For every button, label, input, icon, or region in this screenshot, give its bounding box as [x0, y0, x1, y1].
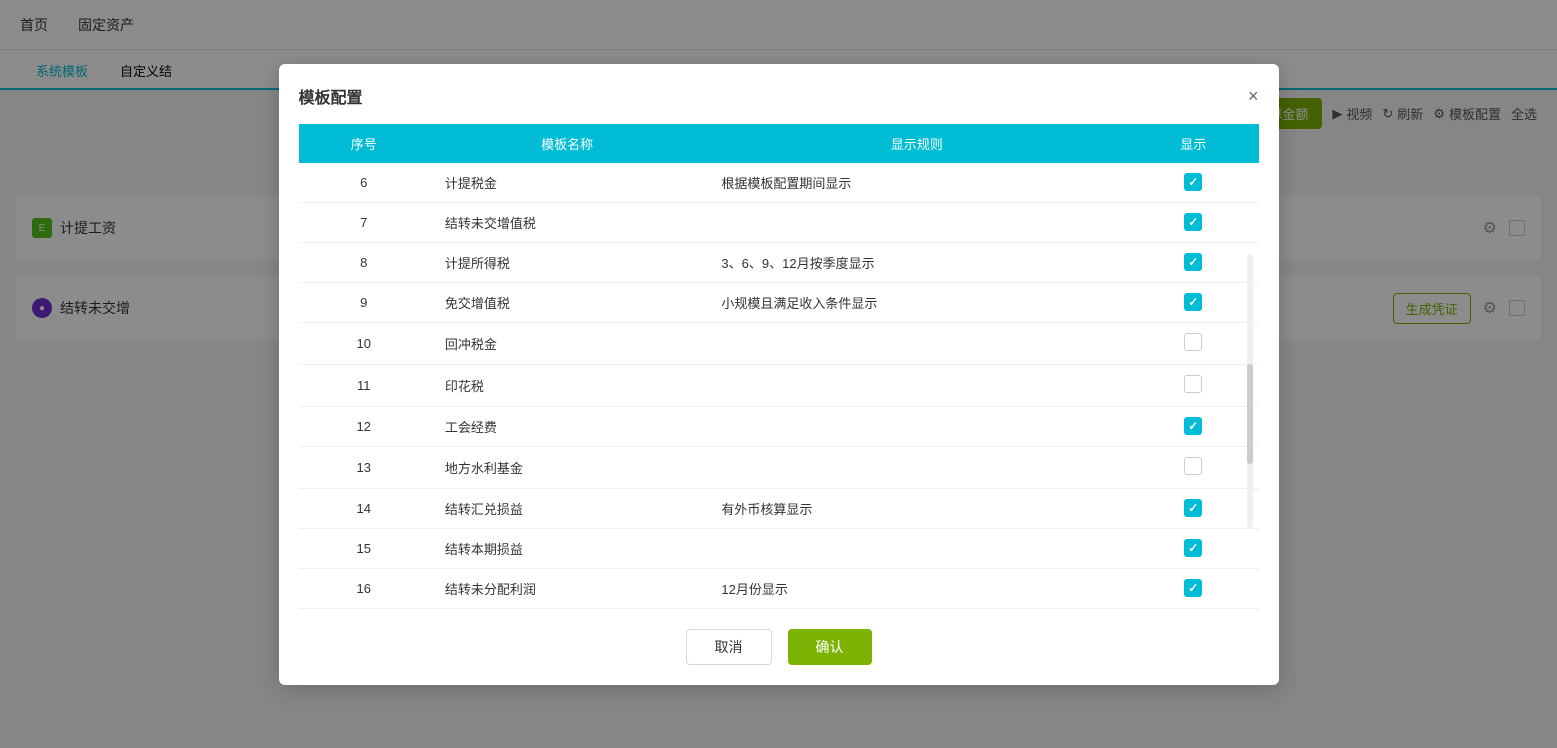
- cell-name: 结转未交增值税: [429, 202, 706, 242]
- scrollbar-thumb[interactable]: [1247, 364, 1253, 464]
- cell-checkbox[interactable]: [1128, 528, 1258, 568]
- checkbox-checked[interactable]: [1184, 417, 1202, 435]
- table-row: 9免交增值税小规模且满足收入条件显示: [299, 282, 1259, 322]
- cell-rule: [705, 446, 1128, 488]
- cell-rule: [705, 202, 1128, 242]
- cell-id: 9: [299, 282, 429, 322]
- cell-id: 14: [299, 488, 429, 528]
- col-display: 显示: [1128, 124, 1258, 163]
- cell-checkbox[interactable]: [1128, 568, 1258, 608]
- cancel-button[interactable]: 取消: [686, 629, 772, 665]
- table-row: 10回冲税金: [299, 322, 1259, 364]
- cell-id: 11: [299, 364, 429, 406]
- table-row: 13地方水利基金: [299, 446, 1259, 488]
- cell-checkbox[interactable]: [1128, 406, 1258, 446]
- cell-name: 工会经费: [429, 406, 706, 446]
- checkbox-unchecked[interactable]: [1184, 375, 1202, 393]
- checkbox-checked[interactable]: [1184, 499, 1202, 517]
- col-id: 序号: [299, 124, 429, 163]
- table-row: 8计提所得税3、6、9、12月按季度显示: [299, 242, 1259, 282]
- checkbox-checked[interactable]: [1184, 253, 1202, 271]
- checkbox-checked[interactable]: [1184, 293, 1202, 311]
- scrollbar-track: [1247, 254, 1253, 529]
- dialog-header: 模板配置 ×: [299, 84, 1259, 108]
- checkbox-checked[interactable]: [1184, 173, 1202, 191]
- cell-id: 7: [299, 202, 429, 242]
- table-row: 15结转本期损益: [299, 528, 1259, 568]
- cell-checkbox[interactable]: [1128, 488, 1258, 528]
- cell-id: 12: [299, 406, 429, 446]
- cell-rule: 有外币核算显示: [705, 488, 1128, 528]
- cell-name: 回冲税金: [429, 322, 706, 364]
- cell-name: 地方水利基金: [429, 446, 706, 488]
- col-name: 模板名称: [429, 124, 706, 163]
- checkbox-checked[interactable]: [1184, 213, 1202, 231]
- cell-id: 10: [299, 322, 429, 364]
- cell-rule: [705, 406, 1128, 446]
- checkbox-checked[interactable]: [1184, 539, 1202, 557]
- table-body: 6计提税金根据模板配置期间显示7结转未交增值税8计提所得税3、6、9、12月按季…: [299, 163, 1259, 609]
- cell-name: 结转未分配利润: [429, 568, 706, 608]
- cell-rule: [705, 528, 1128, 568]
- cell-name: 计提税金: [429, 163, 706, 203]
- cell-name: 免交增值税: [429, 282, 706, 322]
- checkbox-checked[interactable]: [1184, 579, 1202, 597]
- cell-rule: 小规模且满足收入条件显示: [705, 282, 1128, 322]
- table-row: 16结转未分配利润12月份显示: [299, 568, 1259, 608]
- table-row: 7结转未交增值税: [299, 202, 1259, 242]
- cell-checkbox[interactable]: [1128, 163, 1258, 203]
- cell-checkbox[interactable]: [1128, 446, 1258, 488]
- cell-id: 6: [299, 163, 429, 203]
- checkbox-unchecked[interactable]: [1184, 333, 1202, 351]
- cell-id: 8: [299, 242, 429, 282]
- cell-id: 13: [299, 446, 429, 488]
- table-row: 6计提税金根据模板配置期间显示: [299, 163, 1259, 203]
- col-rule: 显示规则: [705, 124, 1128, 163]
- dialog-title: 模板配置: [299, 84, 363, 108]
- cell-rule: 根据模板配置期间显示: [705, 163, 1128, 203]
- cell-checkbox[interactable]: [1128, 242, 1258, 282]
- confirm-button[interactable]: 确认: [788, 629, 872, 665]
- cell-name: 结转汇兑损益: [429, 488, 706, 528]
- template-config-dialog: 模板配置 × 序号 模板名称 显示规则 显示 6计提税金根据模板配置期间显示7结…: [279, 64, 1279, 685]
- config-table: 序号 模板名称 显示规则 显示 6计提税金根据模板配置期间显示7结转未交增值税8…: [299, 124, 1259, 609]
- table-header: 序号 模板名称 显示规则 显示: [299, 124, 1259, 163]
- dialog-footer: 取消 确认: [299, 629, 1259, 665]
- cell-id: 15: [299, 528, 429, 568]
- cell-name: 计提所得税: [429, 242, 706, 282]
- cell-id: 16: [299, 568, 429, 608]
- cell-rule: 12月份显示: [705, 568, 1128, 608]
- cell-checkbox[interactable]: [1128, 282, 1258, 322]
- modal-overlay: 模板配置 × 序号 模板名称 显示规则 显示 6计提税金根据模板配置期间显示7结…: [0, 0, 1557, 748]
- cell-name: 结转本期损益: [429, 528, 706, 568]
- table-row: 12工会经费: [299, 406, 1259, 446]
- cell-checkbox[interactable]: [1128, 364, 1258, 406]
- cell-checkbox[interactable]: [1128, 322, 1258, 364]
- cell-rule: 3、6、9、12月按季度显示: [705, 242, 1128, 282]
- cell-rule: [705, 322, 1128, 364]
- checkbox-unchecked[interactable]: [1184, 457, 1202, 475]
- cell-name: 印花税: [429, 364, 706, 406]
- table-row: 11印花税: [299, 364, 1259, 406]
- close-icon[interactable]: ×: [1248, 87, 1259, 105]
- cell-rule: [705, 364, 1128, 406]
- table-row: 14结转汇兑损益有外币核算显示: [299, 488, 1259, 528]
- cell-checkbox[interactable]: [1128, 202, 1258, 242]
